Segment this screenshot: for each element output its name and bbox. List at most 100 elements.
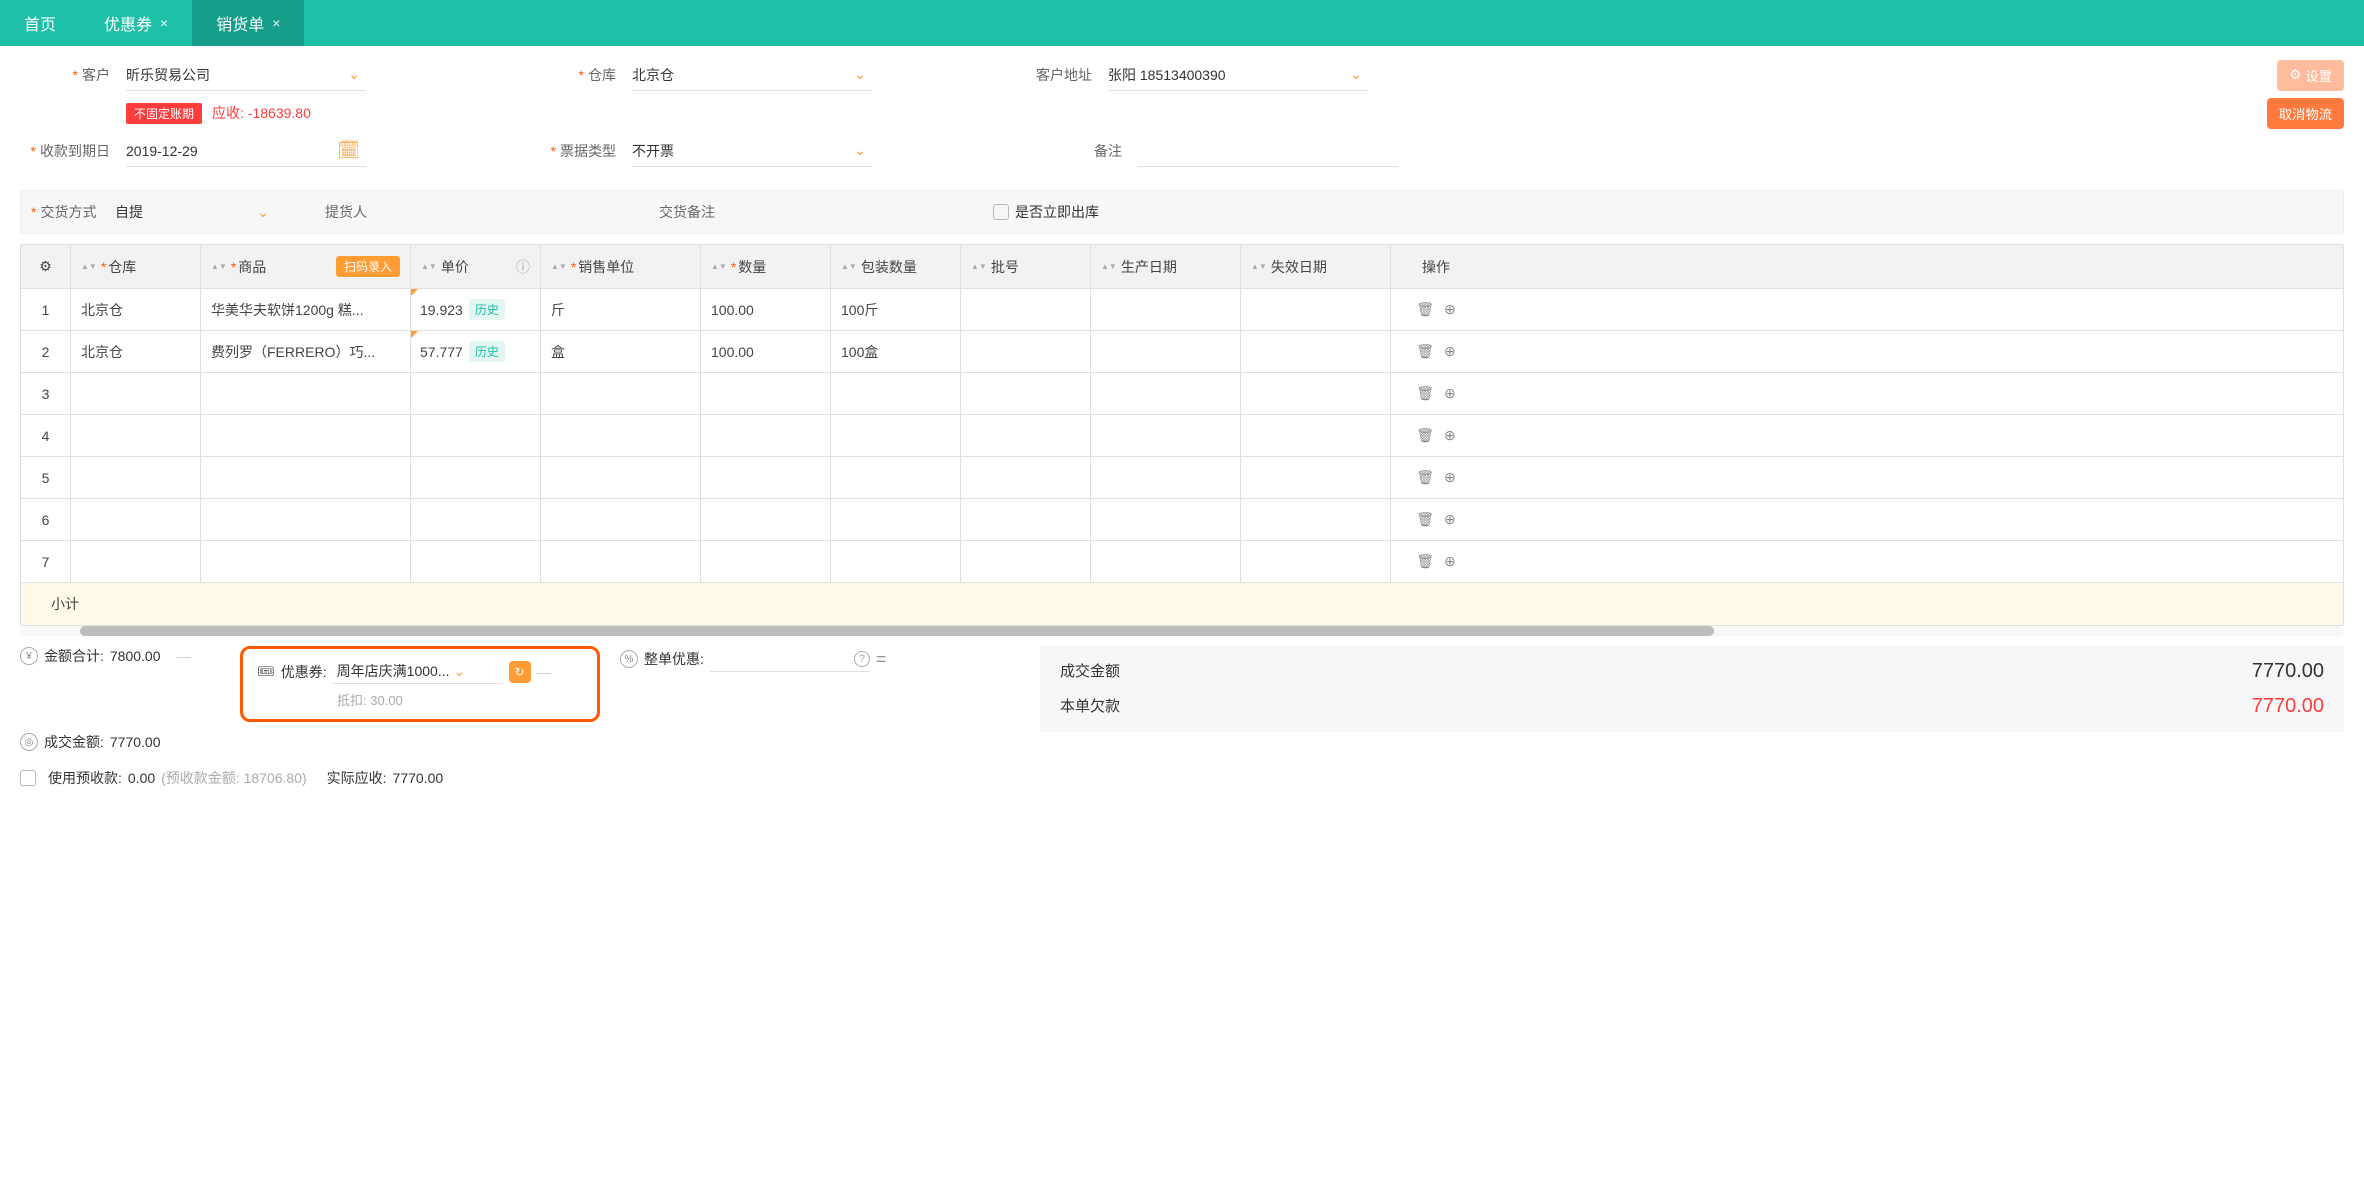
close-icon[interactable]: × (272, 15, 280, 31)
col-qty[interactable]: ▲▼*数量 (701, 245, 831, 288)
table-row[interactable]: 3🗑⊕ (21, 373, 2343, 415)
scan-input-badge[interactable]: 扫码录入 (336, 256, 400, 277)
col-product[interactable]: ▲▼*商品 扫码录入 (201, 245, 411, 288)
warehouse-field[interactable]: 北京仓 ⌄ (632, 59, 872, 91)
col-exp[interactable]: ▲▼失效日期 (1241, 245, 1391, 288)
table-row[interactable]: 1北京仓华美华夫软饼1200g 糕...19.923历史斤100.00100斤🗑… (21, 289, 2343, 331)
use-prepay-value: 0.00 (128, 770, 155, 786)
sort-icon: ▲▼ (81, 264, 97, 269)
delivery-method-label: 交货方式 (31, 202, 111, 222)
refresh-button[interactable]: ↻ (509, 661, 531, 683)
subtotal-label: 小计 (21, 583, 2343, 625)
sort-icon: ▲▼ (551, 264, 567, 269)
gear-icon[interactable]: ⚙ (21, 245, 71, 288)
immediate-out-checkbox[interactable] (993, 204, 1009, 220)
totals-area: ¥ 金额合计: 7800.00 — 🎟 优惠券: 周年店庆满1000...⌄ ↻… (20, 646, 2344, 788)
delivery-remark-label: 交货备注 (659, 202, 739, 222)
table-row[interactable]: 4🗑⊕ (21, 415, 2343, 457)
calendar-icon: 🗓 (337, 140, 360, 161)
col-pack[interactable]: ▲▼包装数量 (831, 245, 961, 288)
col-price[interactable]: ▲▼单价 ⓘ (411, 245, 541, 288)
deal-amount-value: 7770.00 (110, 734, 161, 750)
equals-icon: = (876, 649, 887, 670)
pay-date-field[interactable]: 2019-12-29 🗓 (126, 135, 366, 167)
col-unit[interactable]: ▲▼*销售单位 (541, 245, 701, 288)
ticket-icon: 🎟 (257, 663, 275, 680)
use-prepay-checkbox[interactable] (20, 770, 36, 786)
add-row-icon[interactable]: ⊕ (1444, 343, 1456, 360)
add-row-icon[interactable]: ⊕ (1444, 385, 1456, 402)
trash-icon[interactable]: 🗑 (1416, 469, 1434, 486)
tab-bar: 首页 优惠券× 销货单× (0, 0, 2364, 46)
horizontal-scrollbar[interactable] (20, 626, 2344, 636)
receivable-label: 应收: -18639.80 (212, 103, 311, 123)
settings-button[interactable]: ⚙设置 (2277, 60, 2344, 91)
delivery-remark-field[interactable] (743, 196, 943, 228)
sort-icon: ▲▼ (711, 264, 727, 269)
cancel-logistics-button[interactable]: 取消物流 (2267, 98, 2344, 129)
col-batch[interactable]: ▲▼批号 (961, 245, 1091, 288)
add-row-icon[interactable]: ⊕ (1444, 469, 1456, 486)
picker-field[interactable] (409, 196, 609, 228)
invoice-type-label: 票据类型 (526, 141, 616, 161)
trash-icon[interactable]: 🗑 (1416, 427, 1434, 444)
add-row-icon[interactable]: ⊕ (1444, 553, 1456, 570)
close-icon[interactable]: × (160, 15, 168, 31)
actual-recv-value: 7770.00 (393, 770, 444, 786)
invoice-type-field[interactable]: 不开票 ⌄ (632, 135, 872, 167)
pay-date-label: 收款到期日 (20, 141, 110, 161)
trash-icon[interactable]: 🗑 (1416, 511, 1434, 528)
table-row[interactable]: 6🗑⊕ (21, 499, 2343, 541)
summary-due-value: 7770.00 (2252, 695, 2324, 718)
delivery-method-field[interactable]: 自提 ⌄ (115, 196, 275, 228)
picker-label: 提货人 (325, 202, 405, 222)
form-area: 客户 昕乐贸易公司 ⌄ 仓库 北京仓 ⌄ 客户地址 张阳 18513400390… (0, 46, 2364, 180)
summary-card: 成交金额 7770.00 本单欠款 7770.00 (1040, 646, 2344, 732)
discount-icon: % (620, 650, 638, 668)
gear-icon: ⚙ (2289, 67, 2301, 83)
trash-icon[interactable]: 🗑 (1416, 385, 1434, 402)
table-row[interactable]: 5🗑⊕ (21, 457, 2343, 499)
sort-icon: ▲▼ (1101, 264, 1117, 269)
trash-icon[interactable]: 🗑 (1416, 553, 1434, 570)
actual-recv-label: 实际应收: (327, 768, 387, 788)
tab-home[interactable]: 首页 (0, 0, 80, 46)
amount-total-label: 金额合计: (44, 646, 104, 666)
customer-field[interactable]: 昕乐贸易公司 ⌄ (126, 59, 366, 91)
chevron-down-icon: ⌄ (257, 204, 269, 221)
trash-icon[interactable]: 🗑 (1416, 301, 1434, 318)
col-warehouse[interactable]: ▲▼*仓库 (71, 245, 201, 288)
sort-icon: ▲▼ (1251, 264, 1267, 269)
history-tag[interactable]: 历史 (469, 299, 505, 320)
add-row-icon[interactable]: ⊕ (1444, 511, 1456, 528)
sort-icon: ▲▼ (211, 264, 227, 269)
add-row-icon[interactable]: ⊕ (1444, 301, 1456, 318)
add-row-icon[interactable]: ⊕ (1444, 427, 1456, 444)
sort-icon: ▲▼ (971, 264, 987, 269)
history-tag[interactable]: 历史 (469, 341, 505, 362)
coupon-label: 优惠券: (281, 662, 327, 682)
trash-icon[interactable]: 🗑 (1416, 343, 1434, 360)
tab-sales-order[interactable]: 销货单× (192, 0, 304, 46)
chevron-down-icon: ⌄ (348, 66, 360, 83)
remark-label: 备注 (1032, 141, 1122, 161)
line-items-table: ⚙ ▲▼*仓库 ▲▼*商品 扫码录入 ▲▼单价 ⓘ ▲▼*销售单位 ▲▼*数量 … (20, 244, 2344, 626)
help-icon[interactable]: ⓘ (516, 257, 530, 277)
help-icon[interactable]: ? (854, 651, 870, 667)
table-row[interactable]: 7🗑⊕ (21, 541, 2343, 583)
table-row[interactable]: 2北京仓费列罗（FERRERO）巧...57.777历史盒100.00100盒🗑… (21, 331, 2343, 373)
use-prepay-label: 使用预收款: (48, 768, 122, 788)
deal-amount-label: 成交金额: (44, 732, 104, 752)
col-mfg[interactable]: ▲▼生产日期 (1091, 245, 1241, 288)
coupon-select[interactable]: 周年店庆满1000...⌄ (333, 659, 503, 684)
customer-address-field[interactable]: 张阳 18513400390 ⌄ (1108, 59, 1368, 91)
order-discount-field[interactable]: ? (710, 646, 870, 672)
warehouse-label: 仓库 (526, 65, 616, 85)
customer-label: 客户 (20, 65, 110, 85)
remark-field[interactable] (1138, 135, 1398, 167)
immediate-out-label: 是否立即出库 (1015, 202, 1099, 222)
tab-coupon[interactable]: 优惠券× (80, 0, 192, 46)
prepay-balance: (预收款金额: 18706.80) (161, 768, 307, 788)
summary-deal-value: 7770.00 (2252, 660, 2324, 683)
sort-icon: ▲▼ (421, 264, 437, 269)
